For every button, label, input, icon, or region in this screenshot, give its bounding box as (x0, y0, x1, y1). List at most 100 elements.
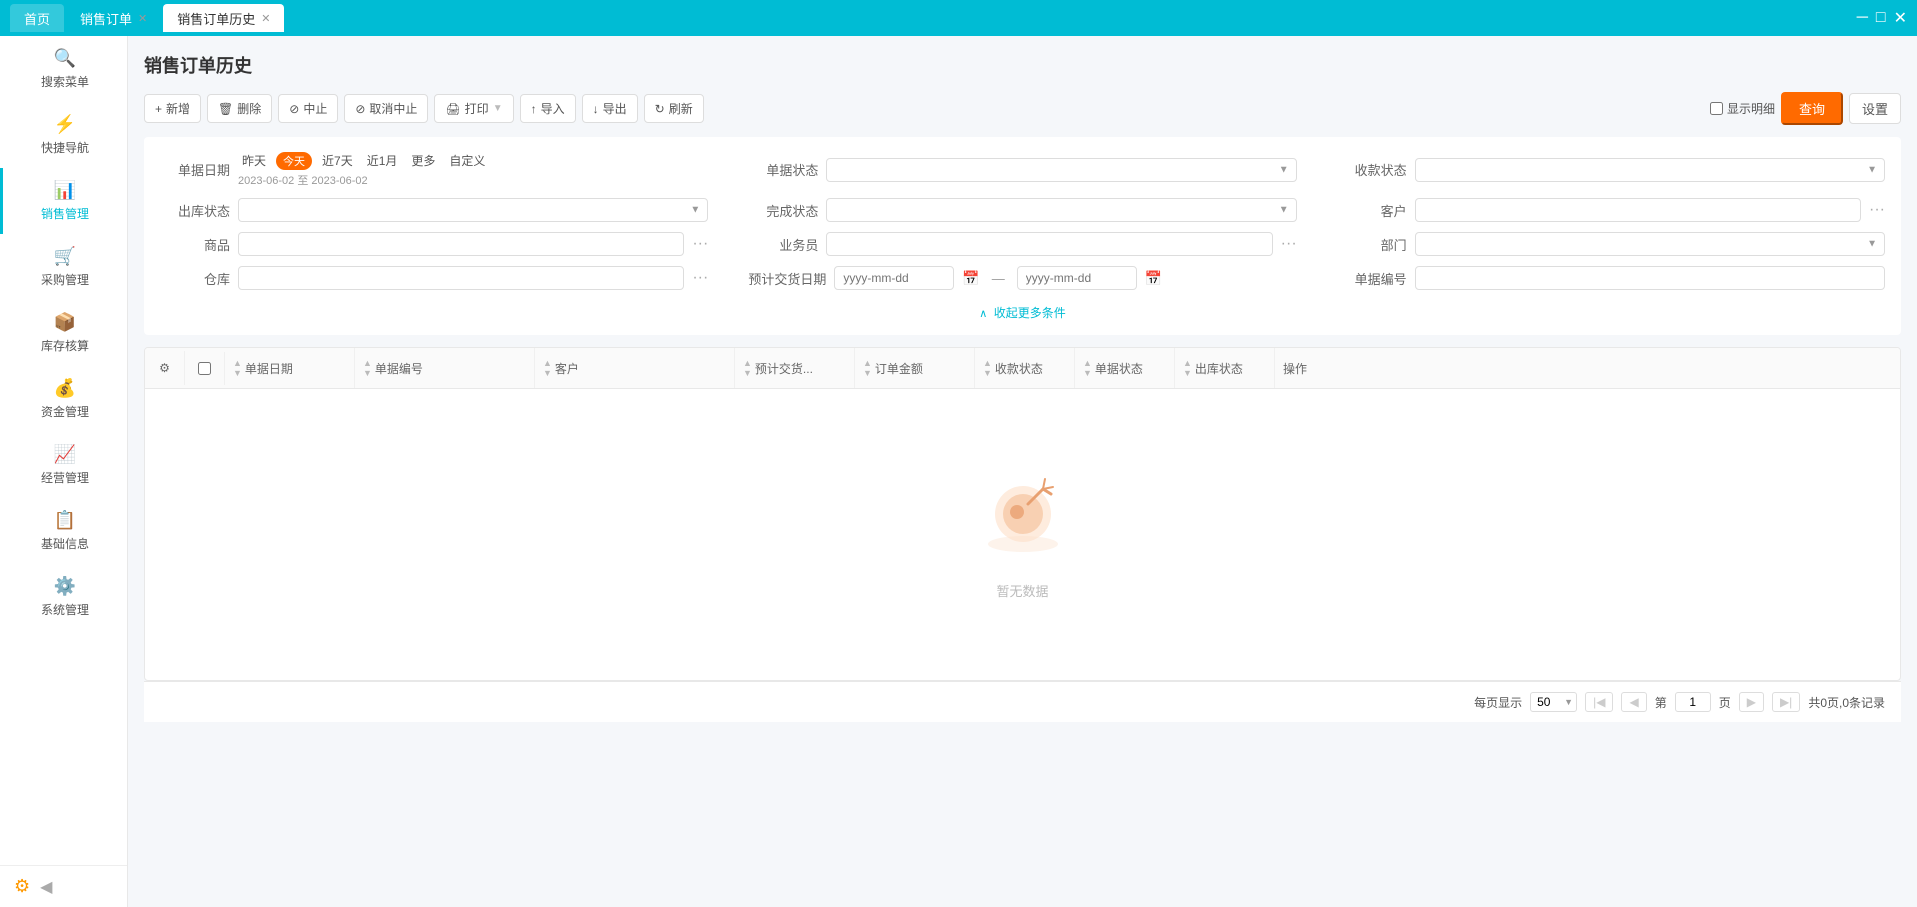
today-btn[interactable]: 今天 (276, 152, 312, 170)
date-range-text: 2023-06-02 至 2023-06-02 (238, 175, 368, 187)
settings-button[interactable]: 设置 (1849, 93, 1901, 124)
delivery-date-end-input[interactable] (1017, 266, 1137, 290)
order-status-label: 单据状态 (748, 160, 818, 179)
refresh-button[interactable]: ↻ 刷新 (644, 94, 704, 123)
collapse-row[interactable]: ∧ 收起更多条件 (160, 300, 1885, 321)
filter-out-status-item: 出库状态 (160, 198, 708, 222)
sidebar-item-sys-mgmt[interactable]: ⚙️ 系统管理 (0, 564, 127, 630)
maximize-icon[interactable]: □ (1876, 9, 1886, 27)
import-button[interactable]: ↑ 导入 (520, 94, 576, 123)
print-button[interactable]: 🖨 打印 ▼ (434, 94, 513, 123)
delivery-date-start-cal-icon[interactable]: 📅 (962, 270, 979, 287)
payment-status-select[interactable] (1415, 158, 1885, 182)
th-date-label: 单据日期 (245, 360, 293, 377)
complete-status-select[interactable] (826, 198, 1296, 222)
th-date: ▲▼ 单据日期 (225, 348, 355, 388)
sidebar-settings-icon[interactable]: ⚙ (14, 876, 30, 897)
warehouse-input[interactable] (238, 266, 684, 290)
delete-button[interactable]: 🗑 删除 (207, 94, 272, 123)
th-order-status: ▲▼ 单据状态 (1075, 348, 1175, 388)
export-button[interactable]: ↓ 导出 (582, 94, 638, 123)
sort-customer-icon[interactable]: ▲▼ (543, 358, 552, 378)
payment-status-select-wrap (1415, 158, 1885, 182)
close-sales-order-tab-icon[interactable]: ✕ (138, 12, 147, 25)
delete-icon: 🗑 (218, 102, 233, 116)
product-picker-icon[interactable]: ··· (692, 235, 708, 253)
1month-btn[interactable]: 近1月 (363, 151, 402, 170)
custom-btn[interactable]: 自定义 (445, 151, 489, 170)
delivery-date-dash: — (992, 271, 1005, 286)
sidebar-item-base-info[interactable]: 📋 基础信息 (0, 498, 127, 564)
order-no-input[interactable] (1415, 266, 1885, 290)
select-all-checkbox[interactable] (198, 362, 211, 375)
print-icon: 🖨 (445, 102, 460, 116)
tab-home[interactable]: 首页 (10, 4, 64, 32)
page-size-select[interactable]: 50 10 20 100 (1530, 692, 1577, 712)
total-records-text: 共0页,0条记录 (1808, 694, 1885, 711)
sidebar-item-sales-mgmt[interactable]: 📊 销售管理 (0, 168, 127, 234)
query-button[interactable]: 查询 (1781, 92, 1843, 125)
sidebar-item-finance[interactable]: 💰 资金管理 (0, 366, 127, 432)
th-payment-label: 收款状态 (995, 360, 1043, 377)
inventory-icon: 📦 (54, 312, 76, 333)
yesterday-btn[interactable]: 昨天 (238, 151, 270, 170)
filter-row-2: 出库状态 完成状态 (160, 198, 1885, 222)
th-settings[interactable]: ⚙ (145, 351, 185, 385)
date-filter-wrapper: 昨天 今天 近7天 近1月 更多 自定义 2023-06-02 至 2023-0… (238, 151, 708, 188)
filter-delivery-date-item: 预计交货日期 📅 — 📅 (748, 266, 1296, 290)
warehouse-picker-icon[interactable]: ··· (692, 269, 708, 287)
delivery-date-end-cal-icon[interactable]: 📅 (1145, 270, 1162, 287)
sort-out-icon[interactable]: ▲▼ (1183, 358, 1192, 378)
sidebar-item-purchase-mgmt[interactable]: 🛒 采购管理 (0, 234, 127, 300)
cancel-stop-button[interactable]: ⊘ 取消中止 (344, 94, 428, 123)
sort-date-icon[interactable]: ▲▼ (233, 358, 242, 378)
th-checkbox[interactable] (185, 352, 225, 385)
page-number-input[interactable] (1675, 692, 1711, 712)
delivery-date-start-input[interactable] (834, 266, 954, 290)
product-label: 商品 (160, 235, 230, 254)
sidebar-item-base-info-label: 基础信息 (41, 535, 89, 552)
sort-no-icon[interactable]: ▲▼ (363, 358, 372, 378)
sidebar-item-search-menu[interactable]: 🔍 搜索菜单 (0, 36, 127, 102)
base-info-icon: 📋 (54, 510, 76, 531)
prev-page-button[interactable]: ◀ (1621, 692, 1646, 712)
sort-status-icon[interactable]: ▲▼ (1083, 358, 1092, 378)
close-history-tab-icon[interactable]: ✕ (261, 12, 270, 25)
sidebar-item-operations[interactable]: 📈 经营管理 (0, 432, 127, 498)
last-page-button[interactable]: ▶| (1772, 692, 1800, 712)
product-input[interactable] (238, 232, 684, 256)
display-cols-toggle[interactable]: 显示明细 (1710, 100, 1775, 117)
out-status-select[interactable] (238, 198, 708, 222)
sidebar-item-quick-nav[interactable]: ⚡ 快捷导航 (0, 102, 127, 168)
customer-input[interactable] (1415, 198, 1861, 222)
first-page-button[interactable]: |◀ (1585, 692, 1613, 712)
order-status-select[interactable] (826, 158, 1296, 182)
more-btn[interactable]: 更多 (407, 151, 439, 170)
minimize-icon[interactable]: ─ (1857, 9, 1868, 27)
tab-sales-order[interactable]: 销售订单 ✕ (66, 4, 161, 32)
th-no-label: 单据编号 (375, 360, 423, 377)
content-area: 销售订单历史 + + 新增 新增 🗑 删除 ⊘ 中止 ⊘ 取消中止 🖨 (128, 36, 1917, 907)
sort-payment-icon[interactable]: ▲▼ (983, 358, 992, 378)
next-page-button[interactable]: ▶ (1739, 692, 1764, 712)
display-cols-checkbox[interactable] (1710, 102, 1723, 115)
page-unit: 页 (1719, 694, 1731, 711)
sidebar-bottom: ⚙ ◀ (0, 865, 127, 907)
stop-button[interactable]: ⊘ 中止 (278, 94, 338, 123)
sidebar-collapse-icon[interactable]: ◀ (40, 877, 52, 897)
customer-picker-icon[interactable]: ··· (1869, 201, 1885, 219)
salesman-picker-icon[interactable]: ··· (1281, 235, 1297, 253)
new-button[interactable]: + + 新增 新增 (144, 94, 201, 123)
close-window-icon[interactable]: ✕ (1894, 8, 1907, 28)
salesman-input[interactable] (826, 232, 1272, 256)
tab-sales-order-history[interactable]: 销售订单历史 ✕ (163, 4, 284, 32)
department-select[interactable] (1415, 232, 1885, 256)
sort-amount-icon[interactable]: ▲▼ (863, 358, 872, 378)
page-size-wrapper: 50 10 20 100 (1530, 692, 1577, 712)
7days-btn[interactable]: 近7天 (318, 151, 357, 170)
filter-row-1: 单据日期 昨天 今天 近7天 近1月 更多 自定义 2023-06-02 至 2… (160, 151, 1885, 188)
sidebar-item-inventory[interactable]: 📦 库存核算 (0, 300, 127, 366)
home-tab-label: 首页 (24, 9, 50, 28)
sort-delivery-icon[interactable]: ▲▼ (743, 358, 752, 378)
quick-nav-icon: ⚡ (54, 114, 76, 135)
